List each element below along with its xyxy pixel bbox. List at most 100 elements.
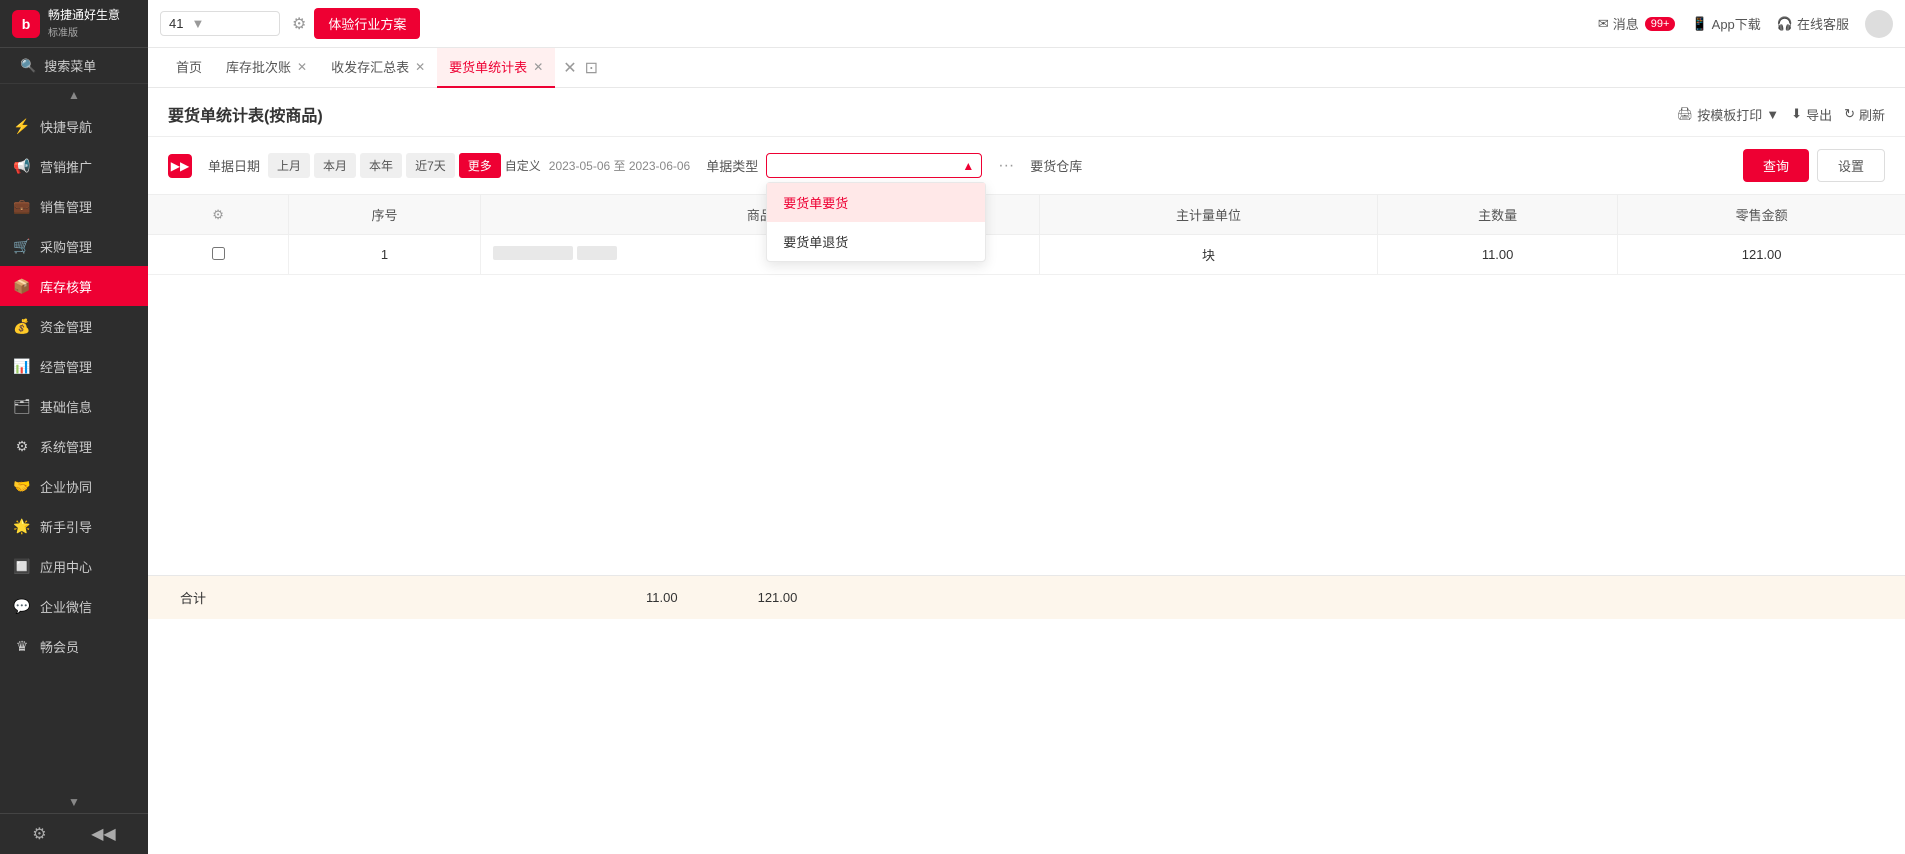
nav-label-wechat-biz: 企业微信: [40, 597, 92, 616]
nav-label-marketing: 营销推广: [40, 157, 92, 176]
this-year-btn[interactable]: 本年: [360, 153, 402, 178]
row-checkbox-0[interactable]: [212, 247, 225, 260]
dropdown-item-order-goods[interactable]: 要货单要货: [767, 183, 985, 222]
nav-label-base-info: 基础信息: [40, 397, 92, 416]
query-button[interactable]: 查询: [1743, 149, 1809, 182]
nav-icon-wechat-biz: 💬: [12, 596, 32, 616]
trial-button[interactable]: 体验行业方案: [314, 8, 420, 39]
filter-bar: ▶▶ 单据日期 上月 本月 本年 近7天 更多 自定义 2023-05-06 至…: [148, 137, 1905, 195]
online-service-icon: 🎧: [1777, 16, 1793, 32]
td-quantity-0: 11.00: [1377, 235, 1617, 275]
sidebar-item-cooperation[interactable]: 🤝 企业协同: [0, 466, 148, 506]
type-dropdown: 要货单要货 要货单退货: [766, 182, 986, 262]
print-icon: 🖨: [1677, 106, 1694, 122]
nav-label-purchase: 采购管理: [40, 237, 92, 256]
scroll-down[interactable]: ▼: [0, 791, 148, 813]
footer-label: 合计: [160, 588, 206, 607]
messages-action[interactable]: ✉ 消息 99+: [1598, 14, 1676, 33]
export-label: 导出: [1806, 105, 1832, 124]
online-service-label: 在线客服: [1797, 14, 1849, 33]
sidebar-item-operations[interactable]: 📊经营管理: [0, 346, 148, 386]
nav-icon-sales: 💼: [12, 196, 32, 216]
filter-more-icon[interactable]: ···: [998, 157, 1014, 175]
refresh-btn[interactable]: ↻ 刷新: [1844, 105, 1885, 124]
nav-icon-app-center: 🔲: [12, 556, 32, 576]
dropdown-item-order-return[interactable]: 要货单退货: [767, 222, 985, 261]
page-title: 要货单统计表(按商品): [168, 102, 323, 126]
print-btn[interactable]: 🖨 按模板打印 ▼: [1677, 105, 1779, 124]
sidebar-item-inventory[interactable]: 📦库存核算: [0, 266, 148, 306]
app-title: 畅捷通好生意: [48, 8, 120, 24]
data-table: ⚙ 序号 商品 主计量单位 主数量 零售金额 1 块 11.00 121.00: [148, 195, 1905, 275]
tab-home[interactable]: 首页: [164, 48, 214, 88]
scroll-up[interactable]: ▲: [0, 84, 148, 106]
nav-label-app-center: 应用中心: [40, 557, 92, 576]
store-selector[interactable]: 41 ▼: [160, 11, 280, 36]
footer-amount: 121.00: [758, 590, 798, 605]
topbar-settings-icon[interactable]: ⚙: [292, 14, 306, 34]
nav-icon-quick-nav: ⚡: [12, 116, 32, 136]
nav-label-cooperation: 企业协同: [40, 477, 92, 496]
type-select[interactable]: [766, 153, 982, 178]
sidebar-item-marketing[interactable]: 📢营销推广: [0, 146, 148, 186]
date-filter-group: 单据日期 上月 本月 本年 近7天 更多 自定义 2023-05-06 至 20…: [208, 153, 690, 178]
tabs-bar: 首页库存批次账✕收发存汇总表✕要货单统计表✕ ✕ ⊡: [148, 48, 1905, 88]
print-arrow-icon: ▼: [1766, 107, 1779, 122]
nav-icon-inventory: 📦: [12, 276, 32, 296]
close-tab-icon[interactable]: ✕: [563, 58, 576, 78]
last-month-btn[interactable]: 上月: [268, 153, 310, 178]
app-download-icon: 📱: [1691, 16, 1707, 32]
sidebar-item-quick-nav[interactable]: ⚡快捷导航: [0, 106, 148, 146]
export-btn[interactable]: ⬇ 导出: [1791, 105, 1832, 124]
tab-order-summary[interactable]: 要货单统计表✕: [437, 48, 555, 88]
tab-label-home: 首页: [176, 57, 202, 76]
th-quantity: 主数量: [1377, 195, 1617, 235]
search-label: 搜索菜单: [44, 56, 96, 75]
app-subtitle: 标准版: [48, 24, 120, 39]
sidebar-footer: ⚙ ◀◀: [0, 813, 148, 854]
sidebar-item-onboarding[interactable]: 🌟新手引导: [0, 506, 148, 546]
table-wrapper: ⚙ 序号 商品 主计量单位 主数量 零售金额 1 块 11.00 121.00: [148, 195, 1905, 275]
settings-button[interactable]: 设置: [1817, 149, 1885, 182]
td-check-0[interactable]: [148, 235, 289, 275]
sidebar-item-base-info[interactable]: 🗂基础信息: [0, 386, 148, 426]
tab-close-order-summary[interactable]: ✕: [533, 60, 543, 74]
refresh-label: 刷新: [1859, 105, 1885, 124]
sidebar-item-sales[interactable]: 💼销售管理: [0, 186, 148, 226]
td-unit-0: 块: [1040, 235, 1378, 275]
more-dates-btn[interactable]: 更多: [459, 153, 501, 178]
sidebar-item-system[interactable]: ⚙系统管理: [0, 426, 148, 466]
th-no: 序号: [289, 195, 481, 235]
message-icon: ✉: [1598, 16, 1609, 32]
maximize-icon[interactable]: ⊡: [585, 58, 598, 78]
nav-label-finance: 资金管理: [40, 317, 92, 336]
last-7-days-btn[interactable]: 近7天: [406, 153, 455, 178]
sidebar-item-purchase[interactable]: 🛒采购管理: [0, 226, 148, 266]
th-settings[interactable]: ⚙: [148, 195, 289, 235]
sidebar-item-finance[interactable]: 💰资金管理: [0, 306, 148, 346]
scroll-up-icon: ▲: [68, 88, 80, 102]
sidebar-item-app-center[interactable]: 🔲 应用中心: [0, 546, 148, 586]
filter-expand-btn[interactable]: ▶▶: [168, 154, 192, 178]
user-avatar[interactable]: [1865, 10, 1893, 38]
content-area: 要货单统计表(按商品) 🖨 按模板打印 ▼ ⬇ 导出 ↻ 刷新: [148, 88, 1905, 854]
page-header: 要货单统计表(按商品) 🖨 按模板打印 ▼ ⬇ 导出 ↻ 刷新: [148, 88, 1905, 137]
settings-footer-icon[interactable]: ⚙: [32, 824, 46, 844]
this-month-btn[interactable]: 本月: [314, 153, 356, 178]
sidebar-item-wechat-biz[interactable]: 💬 企业微信: [0, 586, 148, 626]
collapse-icon[interactable]: ◀◀: [91, 824, 116, 844]
nav-icon-cooperation: 🤝: [12, 476, 32, 496]
logo-icon: b: [12, 10, 40, 38]
tab-close-receive-send-summary[interactable]: ✕: [415, 60, 425, 74]
tab-receive-send-summary[interactable]: 收发存汇总表✕: [319, 48, 437, 88]
page: 要货单统计表(按商品) 🖨 按模板打印 ▼ ⬇ 导出 ↻ 刷新: [148, 88, 1905, 854]
nav-icon-vip: ♛: [12, 636, 32, 656]
messages-label: 消息: [1613, 14, 1639, 33]
sidebar-item-vip[interactable]: ♛畅会员: [0, 626, 148, 666]
sidebar-search[interactable]: 🔍 搜索菜单: [0, 48, 148, 84]
app-download-action[interactable]: 📱 App下载: [1691, 14, 1760, 33]
tab-close-inventory-batch[interactable]: ✕: [297, 60, 307, 74]
online-service-action[interactable]: 🎧 在线客服: [1777, 14, 1849, 33]
tab-inventory-batch[interactable]: 库存批次账✕: [214, 48, 319, 88]
custom-date-btn[interactable]: 自定义: [505, 157, 541, 174]
